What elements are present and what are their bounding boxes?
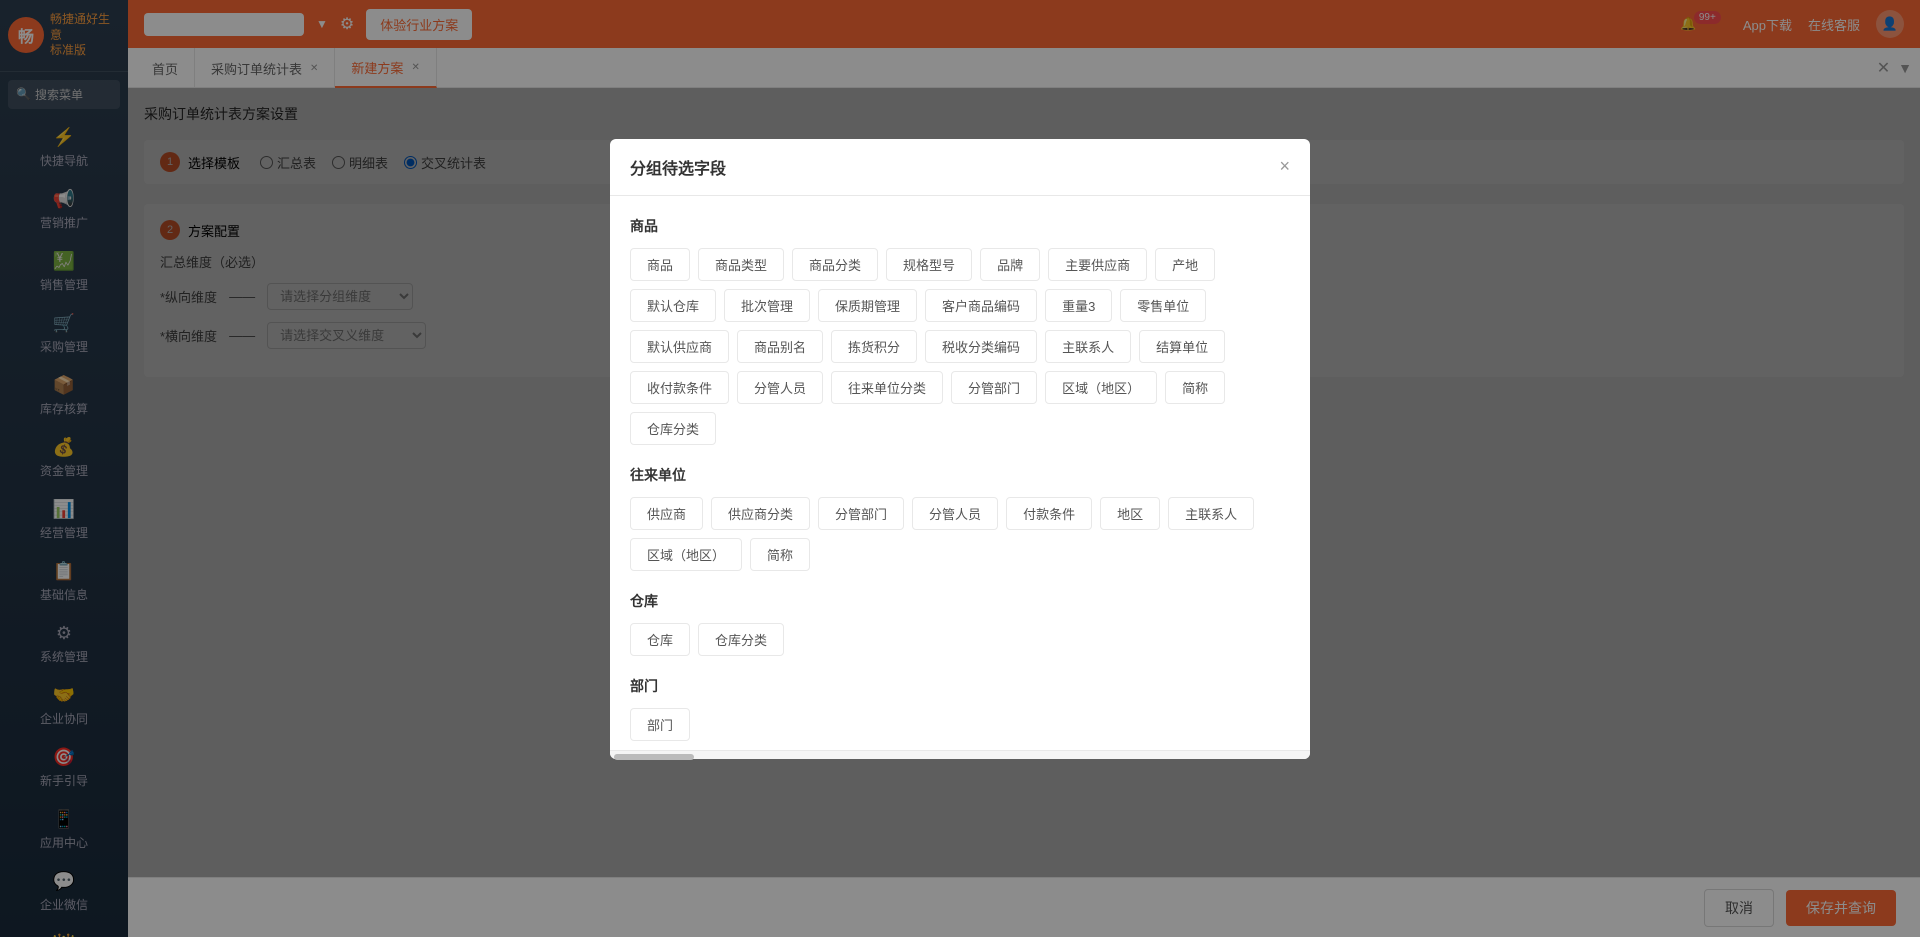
field-tag-分管人员[interactable]: 分管人员 xyxy=(912,497,998,530)
field-tag-规格型号[interactable]: 规格型号 xyxy=(886,248,972,281)
field-group-部门: 部门部门 xyxy=(630,676,1290,741)
field-group-往来单位: 往来单位供应商供应商分类分管部门分管人员付款条件地区主联系人区域（地区）简称 xyxy=(630,465,1290,571)
field-tag-默认仓库[interactable]: 默认仓库 xyxy=(630,289,716,322)
field-tag-付款条件[interactable]: 付款条件 xyxy=(1006,497,1092,530)
field-group-title-往来单位: 往来单位 xyxy=(630,465,1290,485)
field-tag-分管部门[interactable]: 分管部门 xyxy=(951,371,1037,404)
modal-horizontal-scrollbar[interactable] xyxy=(610,750,1310,759)
field-tag-商品类型[interactable]: 商品类型 xyxy=(698,248,784,281)
field-tag-简称[interactable]: 简称 xyxy=(1165,371,1225,404)
field-tag-收付款条件[interactable]: 收付款条件 xyxy=(630,371,729,404)
field-tag-主联系人[interactable]: 主联系人 xyxy=(1045,330,1131,363)
field-tag-简称[interactable]: 简称 xyxy=(750,538,810,571)
scrollbar-thumb xyxy=(614,754,694,760)
field-tag-主联系人[interactable]: 主联系人 xyxy=(1168,497,1254,530)
field-tag-供应商分类[interactable]: 供应商分类 xyxy=(711,497,810,530)
field-tags-仓库: 仓库仓库分类 xyxy=(630,623,1290,656)
field-tag-批次管理[interactable]: 批次管理 xyxy=(724,289,810,322)
field-tags-往来单位: 供应商供应商分类分管部门分管人员付款条件地区主联系人区域（地区）简称 xyxy=(630,497,1290,571)
field-tag-部门[interactable]: 部门 xyxy=(630,708,690,741)
field-tags-部门: 部门 xyxy=(630,708,1290,741)
field-tag-零售单位[interactable]: 零售单位 xyxy=(1120,289,1206,322)
field-tag-结算单位[interactable]: 结算单位 xyxy=(1139,330,1225,363)
field-tag-拣货积分[interactable]: 拣货积分 xyxy=(831,330,917,363)
field-tag-产地[interactable]: 产地 xyxy=(1155,248,1215,281)
field-tag-地区[interactable]: 地区 xyxy=(1100,497,1160,530)
modal-title: 分组待选字段 xyxy=(630,155,726,179)
field-tag-分管部门[interactable]: 分管部门 xyxy=(818,497,904,530)
field-group-仓库: 仓库仓库仓库分类 xyxy=(630,591,1290,656)
field-select-modal: 分组待选字段 × 商品商品商品类型商品分类规格型号品牌主要供应商产地默认仓库批次… xyxy=(610,139,1310,759)
field-tag-重量3[interactable]: 重量3 xyxy=(1045,289,1112,322)
field-tag-客户商品编码[interactable]: 客户商品编码 xyxy=(925,289,1037,322)
modal-close-button[interactable]: × xyxy=(1279,156,1290,177)
field-tag-商品[interactable]: 商品 xyxy=(630,248,690,281)
field-group-title-商品: 商品 xyxy=(630,216,1290,236)
field-tag-默认供应商[interactable]: 默认供应商 xyxy=(630,330,729,363)
field-tag-商品别名[interactable]: 商品别名 xyxy=(737,330,823,363)
field-group-title-部门: 部门 xyxy=(630,676,1290,696)
field-tag-仓库分类[interactable]: 仓库分类 xyxy=(630,412,716,445)
field-tag-税收分类编码[interactable]: 税收分类编码 xyxy=(925,330,1037,363)
field-group-title-仓库: 仓库 xyxy=(630,591,1290,611)
field-group-商品: 商品商品商品类型商品分类规格型号品牌主要供应商产地默认仓库批次管理保质期管理客户… xyxy=(630,216,1290,445)
field-tag-仓库分类[interactable]: 仓库分类 xyxy=(698,623,784,656)
field-tag-仓库[interactable]: 仓库 xyxy=(630,623,690,656)
field-tag-区域（地区）[interactable]: 区域（地区） xyxy=(1045,371,1157,404)
modal-overlay: 分组待选字段 × 商品商品商品类型商品分类规格型号品牌主要供应商产地默认仓库批次… xyxy=(0,0,1920,937)
field-tag-主要供应商[interactable]: 主要供应商 xyxy=(1048,248,1147,281)
modal-body: 商品商品商品类型商品分类规格型号品牌主要供应商产地默认仓库批次管理保质期管理客户… xyxy=(610,196,1310,750)
field-tag-分管人员[interactable]: 分管人员 xyxy=(737,371,823,404)
field-tags-商品: 商品商品类型商品分类规格型号品牌主要供应商产地默认仓库批次管理保质期管理客户商品… xyxy=(630,248,1290,445)
field-tag-品牌[interactable]: 品牌 xyxy=(980,248,1040,281)
field-tag-保质期管理[interactable]: 保质期管理 xyxy=(818,289,917,322)
field-tag-供应商[interactable]: 供应商 xyxy=(630,497,703,530)
modal-header: 分组待选字段 × xyxy=(610,139,1310,196)
field-tag-往来单位分类[interactable]: 往来单位分类 xyxy=(831,371,943,404)
field-tag-区域（地区）[interactable]: 区域（地区） xyxy=(630,538,742,571)
field-tag-商品分类[interactable]: 商品分类 xyxy=(792,248,878,281)
